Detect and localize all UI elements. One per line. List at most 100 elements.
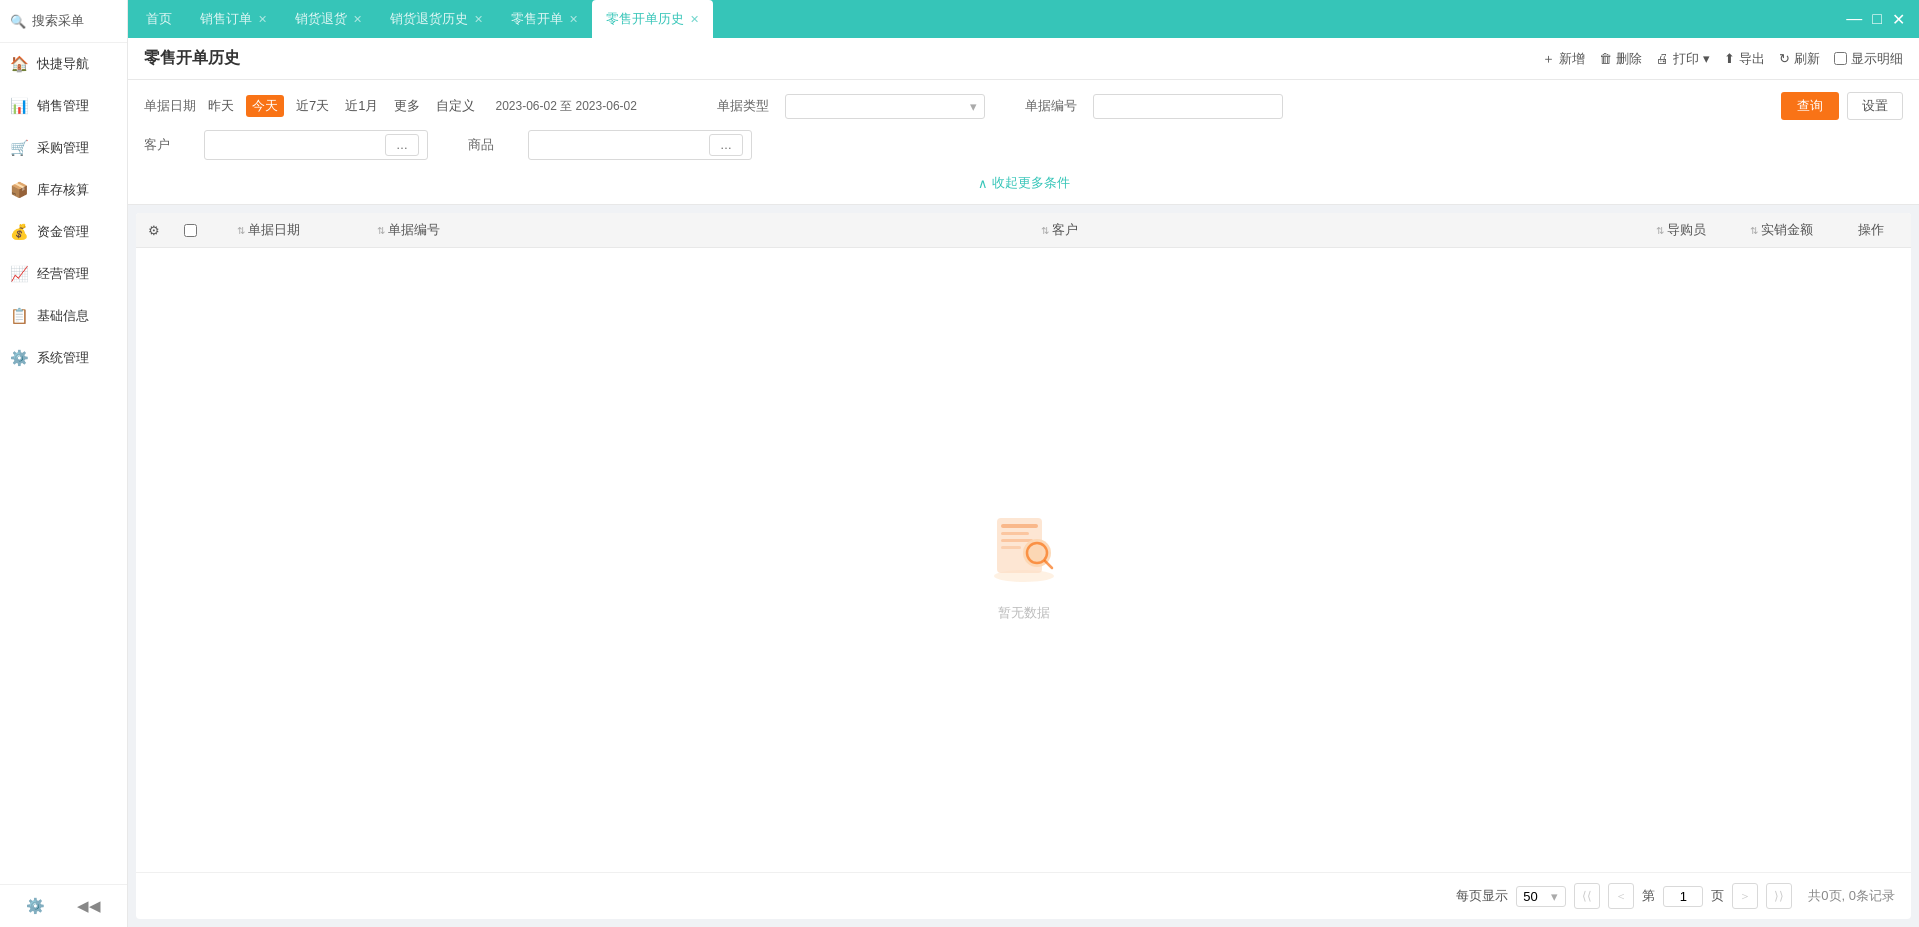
date-opt-today[interactable]: 今天 [246,95,284,117]
tab-retail-open-history[interactable]: 零售开单历史 ✕ [592,0,713,38]
window-minimize[interactable]: — [1846,10,1862,28]
sidebar-item-finance[interactable]: 💰 资金管理 [0,211,127,253]
sidebar-item-quick-nav[interactable]: 🏠 快捷导航 [0,43,127,85]
sidebar-item-label: 经营管理 [37,265,89,283]
collapse-icon[interactable]: ◀◀ [77,897,101,915]
sidebar-item-purchase-mgmt[interactable]: 🛒 采购管理 [0,127,127,169]
sidebar-item-operation[interactable]: 📈 经营管理 [0,253,127,295]
cart-icon: 🛒 [10,139,29,157]
doc-type-select[interactable] [785,94,985,119]
delete-button[interactable]: 🗑 删除 [1599,50,1642,68]
tab-retail-open-label: 零售开单 [511,10,563,28]
setting-button[interactable]: 设置 [1847,92,1903,120]
tab-sales-return-close[interactable]: ✕ [353,13,362,26]
next-page-btn[interactable]: ＞ [1732,883,1758,909]
select-all-checkbox[interactable] [184,224,197,237]
sidebar-item-sys-mgmt[interactable]: ⚙️ 系统管理 [0,337,127,379]
sidebar-item-basic-info[interactable]: 📋 基础信息 [0,295,127,337]
export-label: 导出 [1739,50,1765,68]
settings-gear-icon: ⚙ [148,223,160,238]
svg-rect-2 [1001,524,1038,528]
th-guide-label: 导购员 [1667,221,1706,239]
collapse-label: 收起更多条件 [992,174,1070,192]
tab-sales-return-history[interactable]: 销货退货历史 ✕ [376,0,497,38]
tab-sales-return-history-close[interactable]: ✕ [474,13,483,26]
money-icon: 💰 [10,223,29,241]
sidebar-item-label: 基础信息 [37,307,89,325]
sidebar-item-sales-mgmt[interactable]: 📊 销售管理 [0,85,127,127]
add-label: 新增 [1559,50,1585,68]
date-label: 单据日期 [144,97,204,115]
settings-bottom-icon[interactable]: ⚙️ [26,897,45,915]
doc-type-select-wrapper [785,94,985,119]
show-detail-input[interactable] [1834,52,1847,65]
delete-label: 删除 [1616,50,1642,68]
filter-row-1: 单据日期 昨天 今天 近7天 近1月 更多 自定义 2023-06-02 至 2… [144,92,1903,120]
date-opt-more[interactable]: 更多 [390,96,424,116]
th-settings[interactable]: ⚙ [136,223,172,238]
search-icon: 🔍 [10,14,26,29]
tab-sales-return-history-label: 销货退货历史 [390,10,468,28]
page-input[interactable] [1663,886,1703,907]
date-opt-yesterday[interactable]: 昨天 [204,96,238,116]
refresh-button[interactable]: ↻ 刷新 [1779,50,1820,68]
add-button[interactable]: ＋ 新增 [1542,50,1585,68]
sidebar-item-label: 快捷导航 [37,55,89,73]
tab-home[interactable]: 首页 [132,0,186,38]
doc-no-input[interactable] [1093,94,1283,119]
th-action-label: 操作 [1858,221,1884,239]
th-customer[interactable]: ⇅ 客户 [488,221,1631,239]
date-opt-7days[interactable]: 近7天 [292,96,333,116]
home-icon: 🏠 [10,55,29,73]
tab-bar: 首页 销售订单 ✕ 销货退货 ✕ 销货退货历史 ✕ 零售开单 ✕ 零售开单历史 … [128,0,1919,38]
export-icon: ⬆ [1724,51,1735,66]
show-detail-label: 显示明细 [1851,50,1903,68]
empty-illustration [979,498,1069,588]
date-opt-1month[interactable]: 近1月 [341,96,382,116]
tab-bar-end: — □ ✕ [1846,10,1915,29]
date-range-display: 2023-06-02 至 2023-06-02 [495,98,636,115]
customer-input[interactable] [213,138,381,153]
tab-retail-open-history-close[interactable]: ✕ [690,13,699,26]
th-action: 操作 [1831,221,1911,239]
customer-ellipsis-btn[interactable]: … [385,134,419,156]
tab-sales-order[interactable]: 销售订单 ✕ [186,0,281,38]
tab-sales-order-close[interactable]: ✕ [258,13,267,26]
tab-sales-return-label: 销货退货 [295,10,347,28]
tab-sales-return[interactable]: 销货退货 ✕ [281,0,376,38]
per-page-label: 每页显示 [1456,887,1508,905]
sort-icon: ⇅ [1750,225,1758,236]
th-guide[interactable]: ⇅ 导购员 [1631,221,1731,239]
export-button[interactable]: ⬆ 导出 [1724,50,1765,68]
collapse-icon: ∧ [978,176,988,191]
goods-ellipsis-btn[interactable]: … [709,134,743,156]
window-maximize[interactable]: □ [1872,10,1882,28]
sidebar-search[interactable]: 🔍 搜索采单 [0,0,127,43]
collapse-bar[interactable]: ∧ 收起更多条件 [144,170,1903,196]
sidebar-item-inventory[interactable]: 📦 库存核算 [0,169,127,211]
show-detail-checkbox[interactable]: 显示明细 [1834,50,1903,68]
prev-page-btn[interactable]: ＜ [1608,883,1634,909]
sort-icon: ⇅ [237,225,245,236]
page-size-select[interactable]: 50 20 100 200 [1516,886,1566,907]
print-button[interactable]: 🖨 打印 ▾ [1656,50,1710,68]
th-checkbox[interactable] [172,224,208,237]
tab-retail-open-close[interactable]: ✕ [569,13,578,26]
first-page-btn[interactable]: ⟨⟨ [1574,883,1600,909]
query-button[interactable]: 查询 [1781,92,1839,120]
th-amount[interactable]: ⇅ 实销金额 [1731,221,1831,239]
tab-retail-open-history-label: 零售开单历史 [606,10,684,28]
th-customer-label: 客户 [1052,221,1078,239]
goods-input[interactable] [537,138,705,153]
th-docno[interactable]: ⇅ 单据编号 [328,221,488,239]
window-close[interactable]: ✕ [1892,10,1905,29]
date-opt-custom[interactable]: 自定义 [432,96,479,116]
last-page-btn[interactable]: ⟩⟩ [1766,883,1792,909]
tab-retail-open[interactable]: 零售开单 ✕ [497,0,592,38]
pagination: 每页显示 50 20 100 200 ⟨⟨ ＜ 第 页 ＞ ⟩⟩ 共0页, 0条… [136,872,1911,919]
th-amount-label: 实销金额 [1761,221,1813,239]
sidebar-item-label: 采购管理 [37,139,89,157]
sidebar-item-label: 资金管理 [37,223,89,241]
table-header: ⚙ ⇅ 单据日期 ⇅ 单据编号 ⇅ 客户 ⇅ 导购员 ⇅ [136,213,1911,248]
th-date[interactable]: ⇅ 单据日期 [208,221,328,239]
